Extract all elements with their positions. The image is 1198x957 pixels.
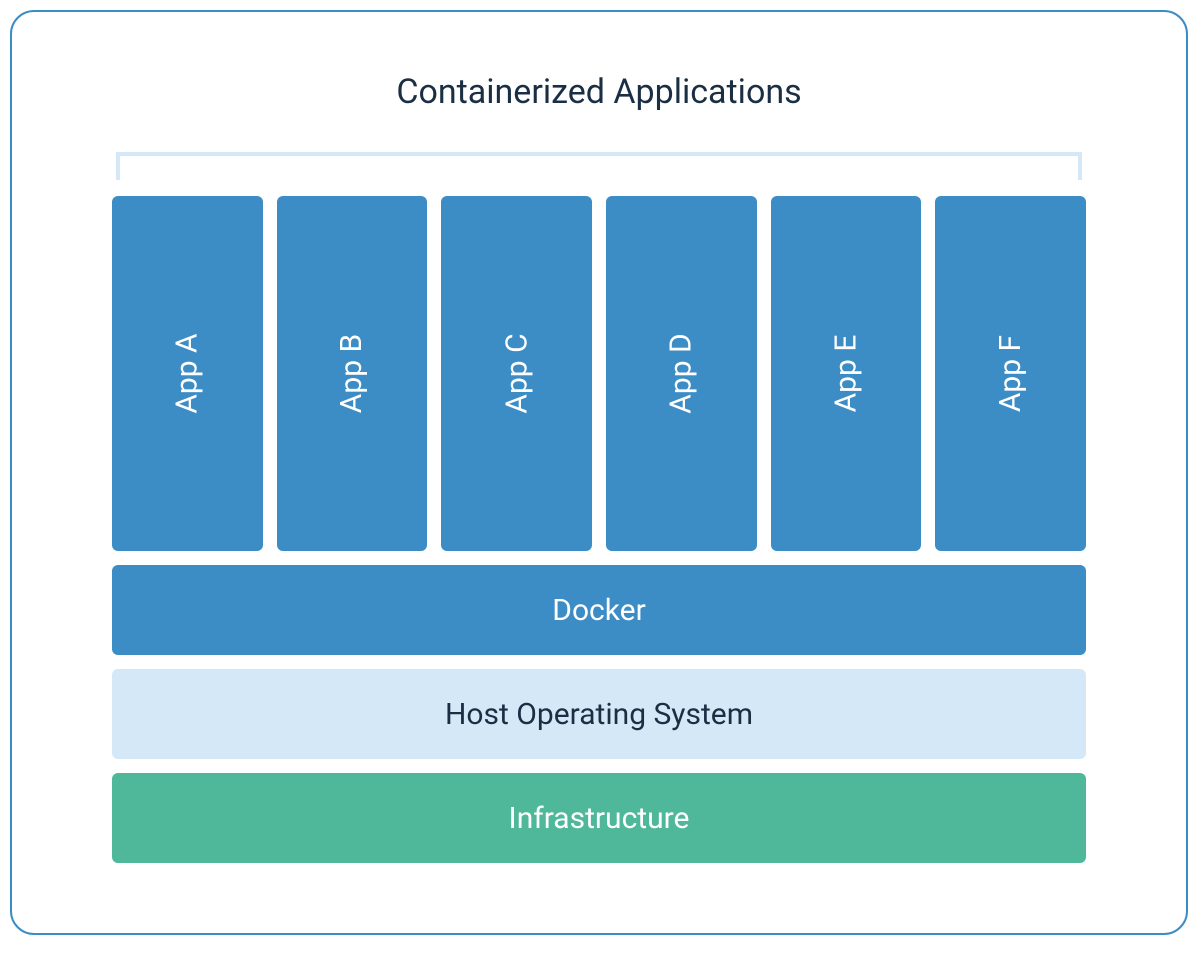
docker-layer: Docker	[112, 565, 1086, 655]
app-box-f: App F	[935, 196, 1086, 551]
app-label: App D	[664, 333, 699, 413]
app-box-a: App A	[112, 196, 263, 551]
diagram-frame: Containerized Applications App A App B A…	[10, 10, 1188, 935]
app-box-d: App D	[606, 196, 757, 551]
app-label: App E	[829, 335, 864, 413]
app-box-e: App E	[771, 196, 922, 551]
app-label: App B	[335, 334, 370, 413]
bracket-icon	[116, 152, 1082, 180]
diagram-title: Containerized Applications	[112, 72, 1086, 112]
apps-row: App A App B App C App D App E App F	[112, 196, 1086, 551]
app-label: App F	[993, 335, 1028, 412]
app-box-b: App B	[277, 196, 428, 551]
app-label: App C	[499, 333, 534, 413]
app-label: App A	[170, 333, 205, 413]
host-os-layer: Host Operating System	[112, 669, 1086, 759]
infrastructure-layer: Infrastructure	[112, 773, 1086, 863]
app-box-c: App C	[441, 196, 592, 551]
